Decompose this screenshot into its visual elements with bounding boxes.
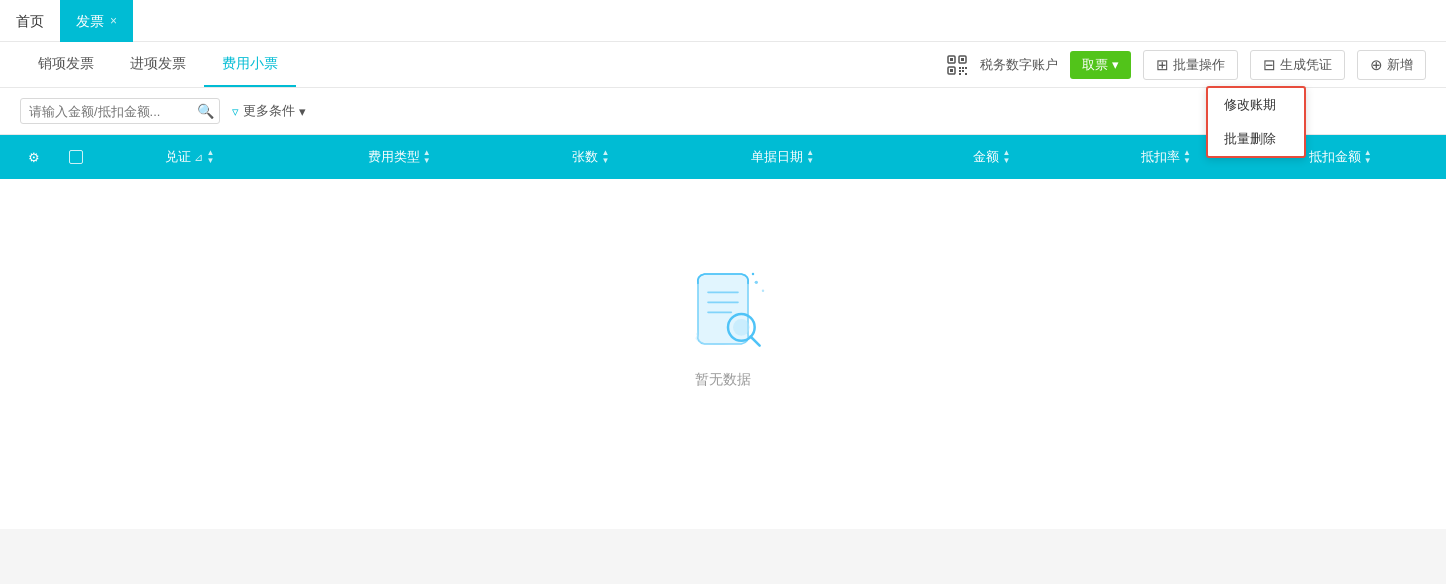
svg-rect-11 [959, 73, 961, 75]
generate-label: 生成凭证 [1280, 56, 1332, 74]
close-icon[interactable]: × [110, 0, 117, 42]
th-count[interactable]: 张数 ▲ ▼ [513, 148, 670, 166]
add-icon: ⊕ [1370, 56, 1383, 74]
qupiao-arrow-icon: ▾ [1112, 57, 1119, 72]
batch-icon: ⊞ [1156, 56, 1169, 74]
tab-expense-receipt[interactable]: 费用小票 [204, 42, 296, 87]
search-icon: 🔍 [197, 103, 214, 119]
svg-point-18 [733, 319, 750, 336]
svg-rect-7 [962, 67, 964, 69]
th-voucher[interactable]: 兑证 ⊿ ▲ ▼ [94, 148, 286, 166]
th-amount[interactable]: 金额 ▲ ▼ [896, 148, 1088, 166]
dropdown-modify-period[interactable]: 修改账期 [1208, 88, 1304, 122]
svg-rect-12 [965, 73, 967, 75]
svg-rect-8 [959, 70, 961, 72]
sub-tabs-bar: 销项发票 进项发票 费用小票 [0, 42, 1446, 88]
th-expense-type[interactable]: 费用类型 ▲ ▼ [286, 148, 513, 166]
more-filter-arrow-icon: ▾ [299, 104, 306, 119]
voucher-filter-icon: ⊿ [194, 151, 203, 164]
svg-rect-6 [959, 67, 961, 69]
sub-tabs-left: 销项发票 进项发票 费用小票 [20, 42, 296, 87]
deduct-sort[interactable]: ▲ ▼ [1364, 149, 1372, 165]
date-sort[interactable]: ▲ ▼ [806, 149, 814, 165]
search-input[interactable] [29, 104, 197, 119]
batch-dropdown-menu: 修改账期 批量删除 [1206, 86, 1306, 158]
generate-icon: ⊟ [1263, 56, 1276, 74]
more-filter-button[interactable]: ▿ 更多条件 ▾ [232, 102, 306, 120]
empty-state: 暂无数据 [0, 179, 1446, 429]
rate-sort[interactable]: ▲ ▼ [1183, 149, 1191, 165]
batch-operation-button[interactable]: ⊞ 批量操作 [1143, 50, 1238, 80]
add-button[interactable]: ⊕ 新增 [1357, 50, 1426, 80]
svg-line-19 [751, 337, 760, 346]
voucher-sort[interactable]: ▲ ▼ [206, 149, 214, 165]
amount-sort[interactable]: ▲ ▼ [1002, 149, 1010, 165]
dropdown-batch-delete[interactable]: 批量删除 [1208, 122, 1304, 156]
more-filter-label: 更多条件 [243, 102, 295, 120]
generate-voucher-button[interactable]: ⊟ 生成凭证 [1250, 50, 1345, 80]
svg-rect-4 [961, 58, 964, 61]
top-nav: 首页 发票 × [0, 0, 1446, 42]
empty-text: 暂无数据 [695, 371, 751, 389]
qupiao-label: 取票 [1082, 56, 1108, 74]
add-label: 新增 [1387, 56, 1413, 74]
tab-purchase-invoice[interactable]: 进项发票 [112, 42, 204, 87]
empty-illustration [673, 259, 773, 359]
nav-tab-invoice[interactable]: 发票 × [60, 0, 133, 42]
search-input-wrap[interactable]: 🔍 [20, 98, 220, 124]
filter-icon: ▿ [232, 104, 239, 119]
nav-home[interactable]: 首页 [0, 0, 60, 42]
nav-tab-invoice-label: 发票 [76, 0, 104, 42]
tax-account-button[interactable]: 税务数字账户 [980, 56, 1058, 74]
svg-point-21 [762, 289, 765, 292]
select-all-checkbox[interactable] [69, 150, 83, 164]
svg-rect-3 [950, 58, 953, 61]
svg-rect-9 [962, 70, 964, 72]
th-date[interactable]: 单据日期 ▲ ▼ [669, 148, 896, 166]
svg-rect-5 [950, 69, 953, 72]
main-content: 暂无数据 [0, 179, 1446, 529]
svg-point-20 [755, 281, 758, 284]
tab-sales-invoice[interactable]: 销项发票 [20, 42, 112, 87]
batch-label: 批量操作 [1173, 56, 1225, 74]
th-gear[interactable]: ⚙ [10, 150, 58, 165]
count-sort[interactable]: ▲ ▼ [601, 149, 609, 165]
th-checkbox[interactable] [58, 150, 94, 164]
exptype-sort[interactable]: ▲ ▼ [423, 149, 431, 165]
qupiao-button[interactable]: 取票 ▾ [1070, 51, 1131, 79]
sub-tabs-right: 税务数字账户 取票 ▾ ⊞ 批量操作 修改账期 批量删除 ⊟ 生成凭证 ⊕ 新增 [946, 50, 1426, 80]
svg-rect-10 [965, 67, 967, 69]
svg-point-22 [752, 273, 755, 276]
qr-icon-button[interactable] [946, 54, 968, 76]
